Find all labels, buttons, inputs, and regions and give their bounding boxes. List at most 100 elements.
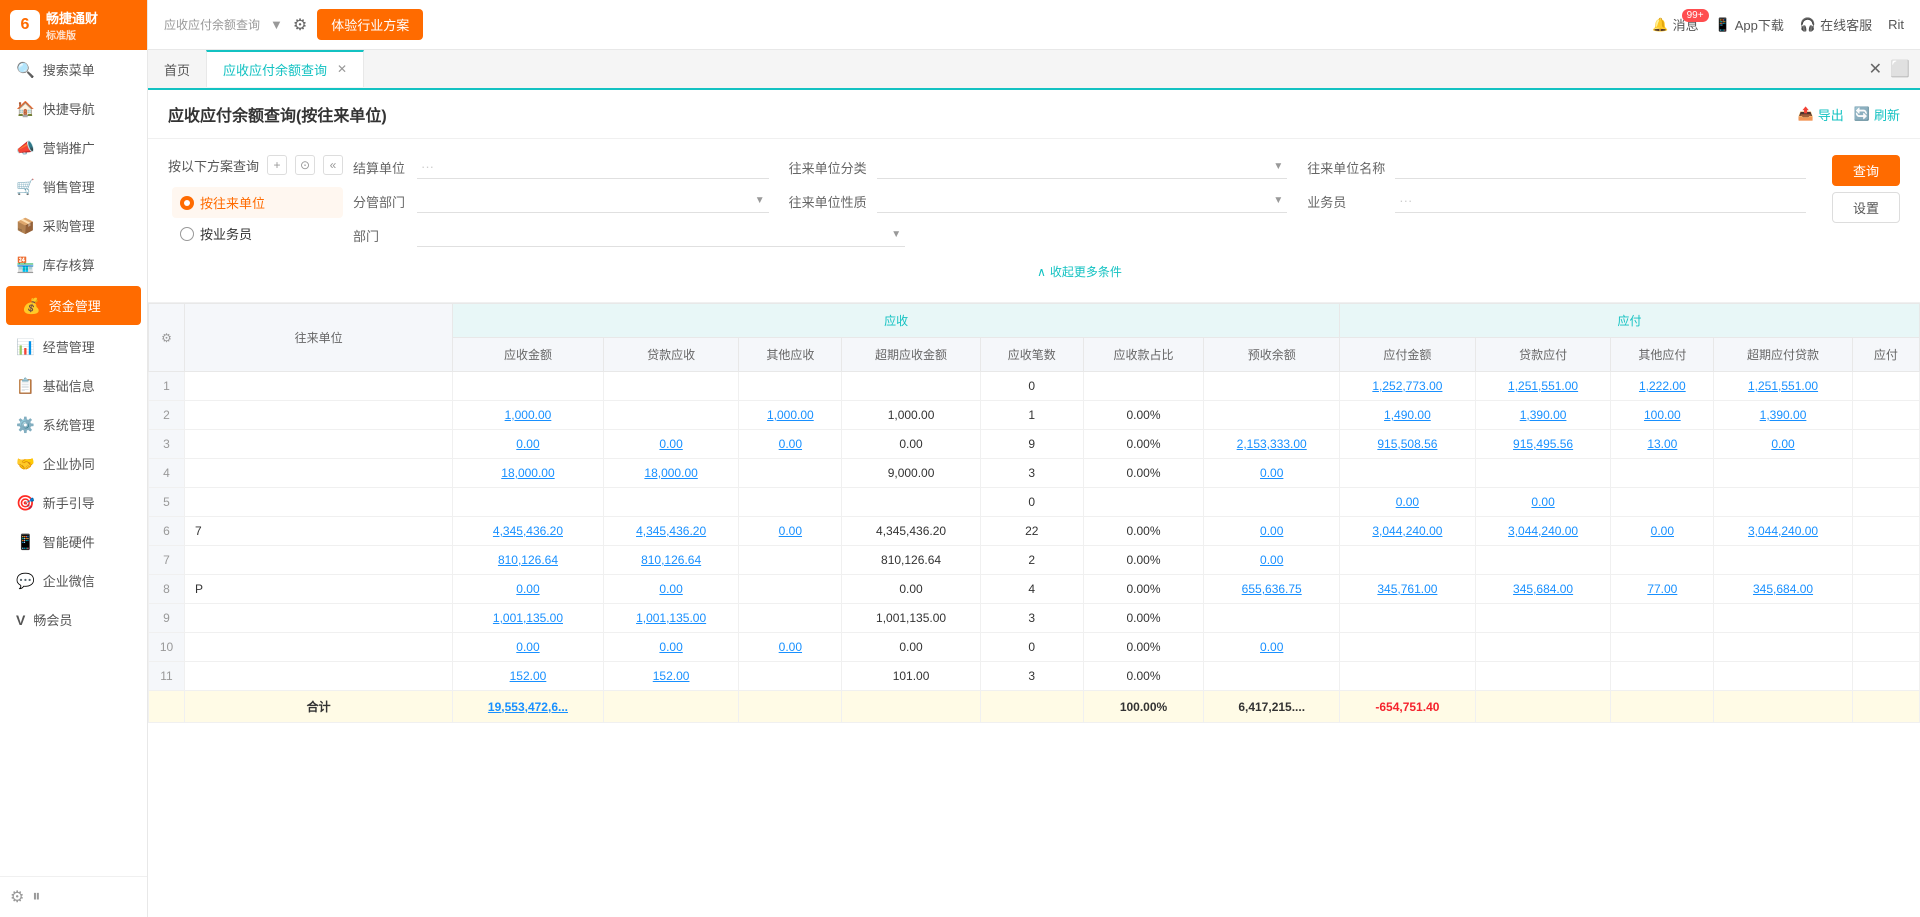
partner-nature-input[interactable]: [881, 193, 1274, 208]
row-ar-other[interactable]: [739, 575, 842, 604]
row-ar-prepay[interactable]: [1204, 604, 1340, 633]
row-ap-overdue[interactable]: [1714, 662, 1853, 691]
sidebar-item-basic[interactable]: 📋 基础信息: [0, 366, 147, 405]
row-ap-other[interactable]: [1611, 459, 1714, 488]
row-ar-prepay[interactable]: [1204, 401, 1340, 430]
filter-settings-apply-btn[interactable]: 设置: [1832, 192, 1900, 223]
row-ar-other[interactable]: [739, 662, 842, 691]
filter-collapse-left-btn[interactable]: «: [323, 155, 343, 175]
row-ap-loan[interactable]: 915,495.56: [1475, 430, 1611, 459]
row-ap-amount[interactable]: [1340, 459, 1476, 488]
row-ap-amount[interactable]: [1340, 662, 1476, 691]
row-ap-other[interactable]: 1,222.00: [1611, 372, 1714, 401]
messages-btn[interactable]: 🔔 消息 99+: [1652, 15, 1698, 34]
row-ap-amount[interactable]: 345,761.00: [1340, 575, 1476, 604]
row-ap-overdue[interactable]: [1714, 633, 1853, 662]
sidebar-item-system[interactable]: ⚙️ 系统管理: [0, 405, 147, 444]
refresh-btn[interactable]: 🔄 刷新: [1854, 105, 1900, 124]
row-ar-prepay[interactable]: 0.00: [1204, 459, 1340, 488]
row-ap-other[interactable]: 0.00: [1611, 517, 1714, 546]
header-gear-icon[interactable]: ⚙: [293, 15, 307, 35]
tab-expand-icon[interactable]: ⬜: [1890, 59, 1910, 79]
row-ap-loan[interactable]: 0.00: [1475, 488, 1611, 517]
row-ar-other[interactable]: 0.00: [739, 430, 842, 459]
row-ar-amount[interactable]: 810,126.64: [453, 546, 604, 575]
row-ar-other[interactable]: [739, 546, 842, 575]
sidebar-item-inventory[interactable]: 🏪 库存核算: [0, 245, 147, 284]
tab-home[interactable]: 首页: [148, 52, 206, 87]
sidebar-settings-icon[interactable]: ⚙: [10, 887, 24, 907]
row-ar-amount[interactable]: 0.00: [453, 575, 604, 604]
row-ar-prepay[interactable]: 0.00: [1204, 517, 1340, 546]
row-ap-amount[interactable]: 0.00: [1340, 488, 1476, 517]
filter-collapse-btn[interactable]: ∧ 收起更多条件: [1031, 257, 1128, 286]
sidebar-item-search[interactable]: 🔍 搜索菜单: [0, 50, 147, 89]
filter-add-btn[interactable]: +: [267, 155, 287, 175]
department-input[interactable]: [421, 227, 891, 242]
partner-name-input[interactable]: [1399, 159, 1802, 174]
row-ap-other[interactable]: [1611, 633, 1714, 662]
row-ap-overdue[interactable]: [1714, 488, 1853, 517]
filter-settings-btn[interactable]: ⊙: [295, 155, 315, 175]
sidebar-item-vip[interactable]: V 畅会员: [0, 600, 147, 639]
row-ar-amount[interactable]: [453, 488, 604, 517]
user-avatar[interactable]: Rit: [1888, 17, 1904, 32]
row-ar-other[interactable]: [739, 372, 842, 401]
row-ap-amount[interactable]: 915,508.56: [1340, 430, 1476, 459]
row-ar-amount[interactable]: 4,345,436.20: [453, 517, 604, 546]
row-ar-other[interactable]: 0.00: [739, 517, 842, 546]
row-ap-loan[interactable]: [1475, 459, 1611, 488]
row-ar-prepay[interactable]: [1204, 662, 1340, 691]
row-ap-overdue[interactable]: [1714, 604, 1853, 633]
row-ap-overdue[interactable]: 0.00: [1714, 430, 1853, 459]
row-ar-other[interactable]: [739, 604, 842, 633]
tab-close-icon[interactable]: ✕: [337, 62, 347, 76]
row-ar-loan[interactable]: 1,001,135.00: [603, 604, 739, 633]
row-ap-loan[interactable]: 345,684.00: [1475, 575, 1611, 604]
row-ar-prepay[interactable]: 2,153,333.00: [1204, 430, 1340, 459]
export-btn[interactable]: 📤 导出: [1798, 105, 1844, 124]
table-settings-icon[interactable]: ⚙: [161, 331, 172, 345]
partner-category-input[interactable]: [881, 159, 1274, 174]
row-ar-loan[interactable]: 4,345,436.20: [603, 517, 739, 546]
row-ar-loan[interactable]: 152.00: [603, 662, 739, 691]
row-ap-loan[interactable]: [1475, 604, 1611, 633]
row-ap-other[interactable]: [1611, 604, 1714, 633]
row-ar-amount[interactable]: 1,000.00: [453, 401, 604, 430]
row-ap-overdue[interactable]: 1,251,551.00: [1714, 372, 1853, 401]
row-ar-amount[interactable]: 0.00: [453, 633, 604, 662]
row-ar-loan[interactable]: 0.00: [603, 430, 739, 459]
online-service-btn[interactable]: 🎧 在线客服: [1800, 15, 1872, 34]
sidebar-item-newbie[interactable]: 🎯 新手引导: [0, 483, 147, 522]
row-ap-other[interactable]: 100.00: [1611, 401, 1714, 430]
row-ar-amount[interactable]: [453, 372, 604, 401]
row-ap-loan[interactable]: [1475, 633, 1611, 662]
row-ap-other[interactable]: [1611, 488, 1714, 517]
row-ar-loan[interactable]: [603, 372, 739, 401]
row-ar-loan[interactable]: 0.00: [603, 633, 739, 662]
row-ar-loan[interactable]: 18,000.00: [603, 459, 739, 488]
query-btn[interactable]: 查询: [1832, 155, 1900, 186]
row-ap-loan[interactable]: [1475, 546, 1611, 575]
sidebar-item-operation[interactable]: 📊 经营管理: [0, 327, 147, 366]
sidebar-item-smart[interactable]: 📱 智能硬件: [0, 522, 147, 561]
row-ar-other[interactable]: 1,000.00: [739, 401, 842, 430]
row-ap-amount[interactable]: [1340, 546, 1476, 575]
row-ap-overdue[interactable]: 1,390.00: [1714, 401, 1853, 430]
trial-btn[interactable]: 体验行业方案: [317, 9, 423, 40]
row-ar-amount[interactable]: 18,000.00: [453, 459, 604, 488]
dropdown-arrow-icon[interactable]: ▼: [270, 17, 283, 32]
row-ar-prepay[interactable]: 0.00: [1204, 546, 1340, 575]
row-ap-loan[interactable]: 1,251,551.00: [1475, 372, 1611, 401]
sidebar-item-wechat[interactable]: 💬 企业微信: [0, 561, 147, 600]
row-ar-prepay[interactable]: [1204, 488, 1340, 517]
row-ap-other[interactable]: [1611, 546, 1714, 575]
sidebar-item-purchase[interactable]: 📦 采购管理: [0, 206, 147, 245]
sidebar-item-marketing[interactable]: 📣 营销推广: [0, 128, 147, 167]
sidebar-item-quicknav[interactable]: 🏠 快捷导航: [0, 89, 147, 128]
row-ap-other[interactable]: 77.00: [1611, 575, 1714, 604]
sidebar-item-sales[interactable]: 🛒 销售管理: [0, 167, 147, 206]
row-ar-loan[interactable]: 810,126.64: [603, 546, 739, 575]
row-ar-other[interactable]: [739, 459, 842, 488]
row-ap-amount[interactable]: 1,252,773.00: [1340, 372, 1476, 401]
